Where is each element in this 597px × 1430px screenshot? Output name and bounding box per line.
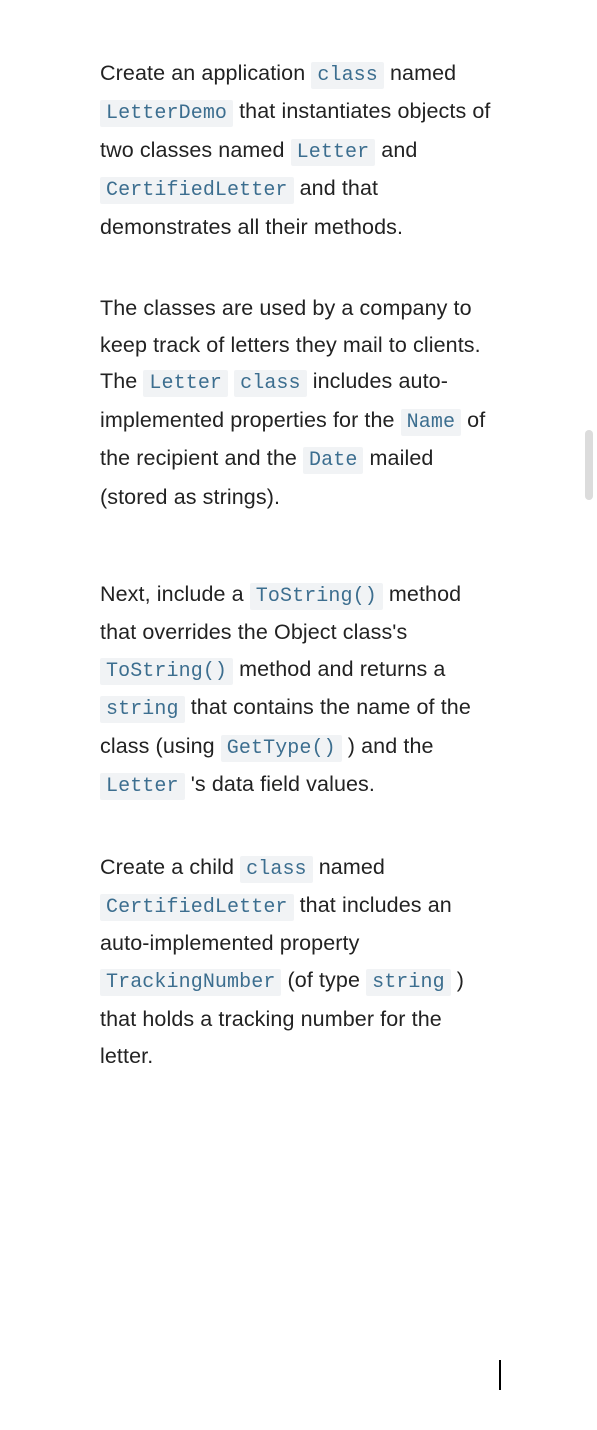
document-page: Create an application class named Letter… [0, 0, 597, 1430]
scrollbar-thumb[interactable] [585, 430, 593, 500]
code-name: Name [401, 409, 461, 436]
text: named [384, 61, 456, 85]
code-certifiedletter: CertifiedLetter [100, 177, 294, 204]
code-class: class [240, 856, 313, 883]
text: 's data field values. [185, 772, 375, 796]
code-string: string [366, 969, 451, 996]
paragraph-4: Create a child class named CertifiedLett… [100, 849, 497, 1075]
code-letter: Letter [100, 773, 185, 800]
text: method and returns a [233, 657, 445, 681]
text: Create a child [100, 855, 240, 879]
code-tostring: ToString() [250, 583, 383, 610]
code-class: class [311, 62, 384, 89]
code-string: string [100, 696, 185, 723]
code-certifiedletter: CertifiedLetter [100, 894, 294, 921]
code-letter: Letter [291, 139, 376, 166]
text: Create an application [100, 61, 311, 85]
text: (of type [281, 968, 366, 992]
text: and [375, 138, 417, 162]
code-class: class [234, 370, 307, 397]
code-trackingnumber: TrackingNumber [100, 969, 281, 996]
paragraph-1: Create an application class named Letter… [100, 55, 497, 246]
text: named [313, 855, 385, 879]
paragraph-3: Next, include a ToString() method that o… [100, 576, 497, 805]
text: Next, include a [100, 582, 250, 606]
paragraph-2: The classes are used by a company to kee… [100, 290, 497, 516]
code-letter: Letter [143, 370, 228, 397]
code-tostring: ToString() [100, 658, 233, 685]
code-gettype: GetType() [221, 735, 342, 762]
text-cursor [499, 1360, 501, 1390]
code-date: Date [303, 447, 363, 474]
text: ) and the [342, 734, 434, 758]
code-letterdemo: LetterDemo [100, 100, 233, 127]
